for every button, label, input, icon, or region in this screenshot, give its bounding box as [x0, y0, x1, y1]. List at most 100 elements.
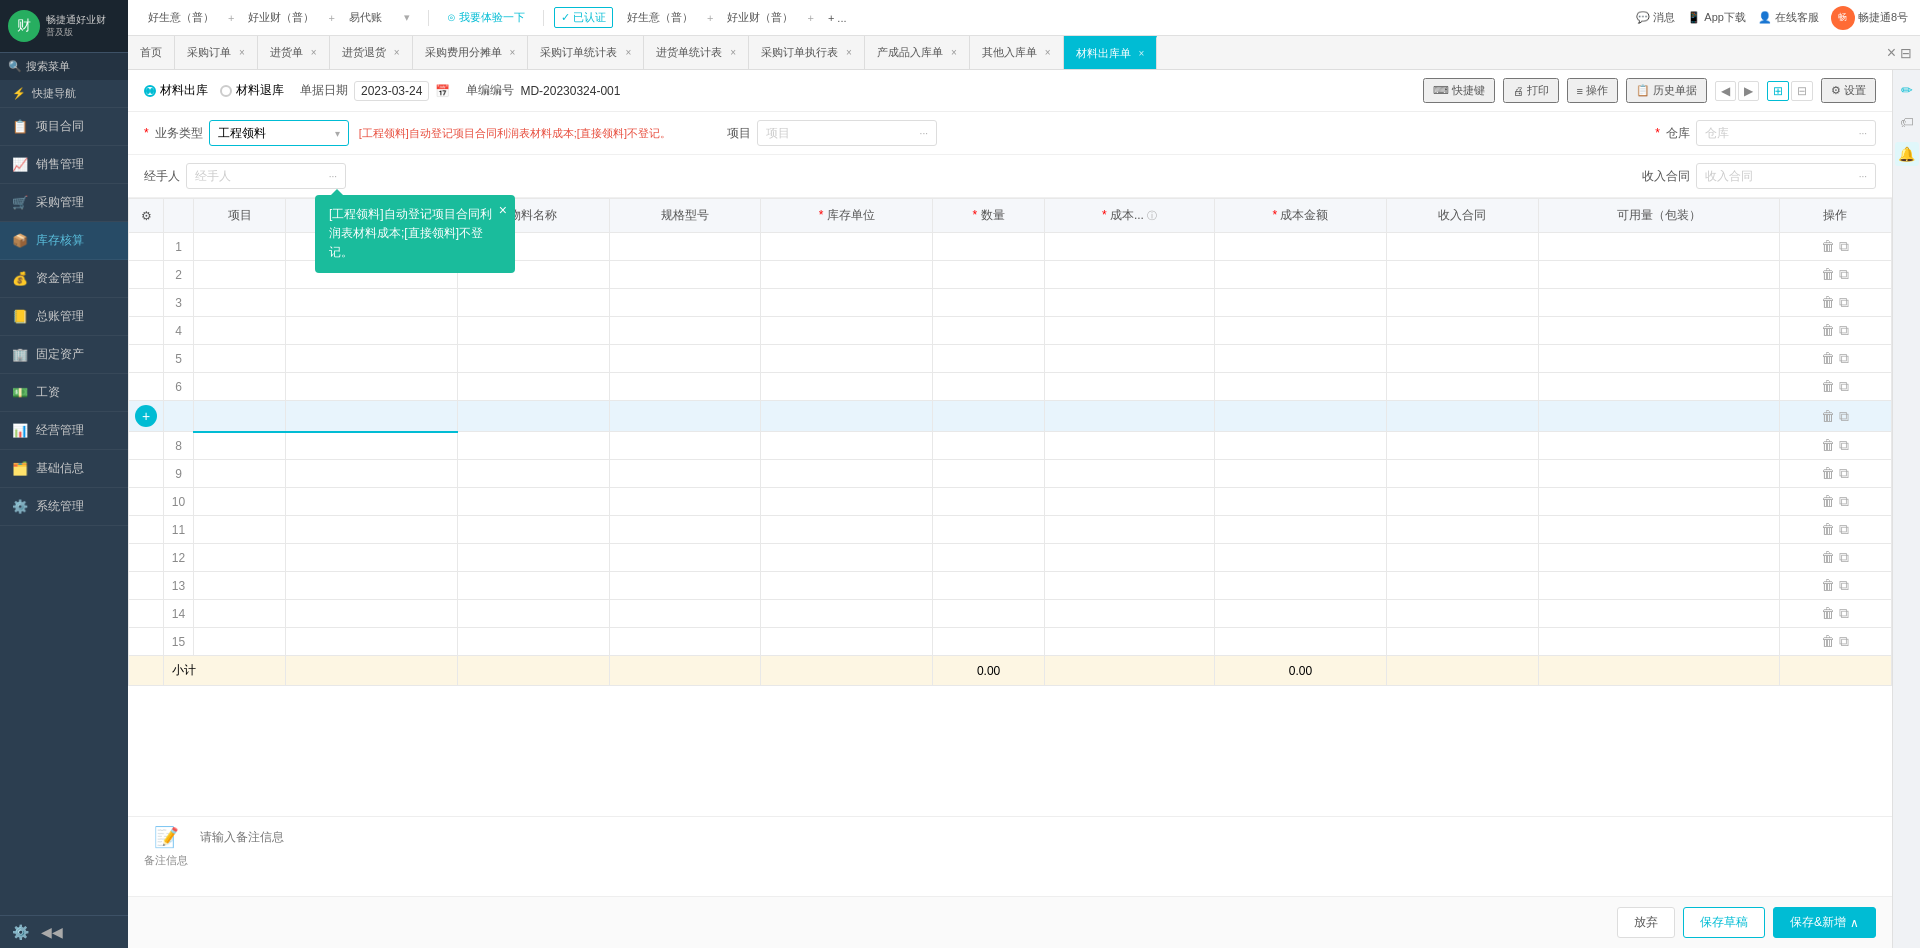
right-panel-alert-icon[interactable]: 🔔: [1895, 142, 1919, 166]
sidebar-item-business[interactable]: 📊 经营管理: [0, 412, 128, 450]
print-btn[interactable]: 🖨 打印: [1503, 78, 1559, 103]
form-view-btn[interactable]: ⊟: [1791, 81, 1813, 101]
tab-material-out[interactable]: 材料出库单 ×: [1064, 36, 1158, 70]
save-new-btn[interactable]: 保存&新增 ∧: [1773, 907, 1876, 938]
tab-purchase-return[interactable]: 进货退货 ×: [330, 36, 413, 70]
delete-row-btn[interactable]: 🗑: [1819, 292, 1837, 312]
copy-row-btn[interactable]: ⧉: [1837, 603, 1851, 623]
tab-close-purchase-stat[interactable]: ×: [625, 47, 631, 58]
tab-close-material-out[interactable]: ×: [1139, 48, 1145, 59]
shortcut-btn[interactable]: ⌨ 快捷键: [1423, 78, 1495, 103]
topbar-dropdown[interactable]: ▾: [396, 7, 418, 28]
copy-row-btn[interactable]: ⧉: [1837, 236, 1851, 256]
save-draft-btn[interactable]: 保存草稿: [1683, 907, 1765, 938]
topbar-more[interactable]: + ...: [820, 8, 855, 28]
copy-row-btn[interactable]: ⧉: [1837, 264, 1851, 284]
tab-close-purchase-order[interactable]: ×: [239, 47, 245, 58]
table-view-btn[interactable]: ⊞: [1767, 81, 1789, 101]
tab-close-other-in[interactable]: ×: [1045, 47, 1051, 58]
sidebar-item-finance[interactable]: 💰 资金管理: [0, 260, 128, 298]
income-contract-input[interactable]: 收入合同 ···: [1696, 163, 1876, 189]
delete-row-btn[interactable]: 🗑: [1819, 348, 1837, 368]
delete-row-btn[interactable]: 🗑: [1819, 320, 1837, 340]
sidebar-item-project[interactable]: 📋 项目合同: [0, 108, 128, 146]
copy-row-btn[interactable]: ⧉: [1837, 376, 1851, 396]
topbar-haoshengyi[interactable]: 好生意（普）: [140, 6, 222, 29]
sidebar-search[interactable]: 🔍 搜索菜单: [0, 53, 128, 80]
cost-info-icon[interactable]: ⓘ: [1147, 210, 1157, 221]
col-gear[interactable]: ⚙: [129, 199, 164, 233]
tab-menu[interactable]: ⊟: [1900, 45, 1912, 61]
sidebar-item-inventory[interactable]: 📦 库存核算: [0, 222, 128, 260]
tab-close-purchase-return[interactable]: ×: [394, 47, 400, 58]
delete-row-btn[interactable]: 🗑: [1819, 264, 1837, 284]
calendar-icon[interactable]: 📅: [435, 84, 450, 98]
tab-purchase-exec[interactable]: 采购订单执行表 ×: [749, 36, 865, 70]
sidebar-item-sales[interactable]: 📈 销售管理: [0, 146, 128, 184]
right-panel-tag-icon[interactable]: 🏷: [1895, 110, 1919, 134]
tab-purchase-stat[interactable]: 采购订单统计表 ×: [528, 36, 644, 70]
copy-row-btn[interactable]: ⧉: [1837, 348, 1851, 368]
sidebar-item-salary[interactable]: 💵 工资: [0, 374, 128, 412]
topbar-trial[interactable]: ⊙ 我要体验一下: [439, 6, 533, 29]
next-record-btn[interactable]: ▶: [1738, 81, 1759, 101]
agent-expand-icon[interactable]: ···: [329, 171, 337, 182]
tab-purchase-expense[interactable]: 采购费用分摊单 ×: [413, 36, 529, 70]
tab-close-purchase-expense[interactable]: ×: [510, 47, 516, 58]
radio-material-out[interactable]: 材料出库: [144, 82, 208, 99]
copy-row-btn[interactable]: ⧉: [1837, 547, 1851, 567]
copy-row-btn[interactable]: ⧉: [1837, 631, 1851, 651]
copy-row-btn[interactable]: ⧉: [1837, 519, 1851, 539]
delete-row-btn[interactable]: 🗑: [1819, 547, 1837, 567]
delete-row-btn[interactable]: 🗑: [1819, 631, 1837, 651]
topbar-hs2[interactable]: 好生意（普）: [619, 6, 701, 29]
copy-row-btn[interactable]: ⧉: [1837, 406, 1851, 426]
tab-close-all[interactable]: ×: [1887, 44, 1896, 62]
tab-purchase-in[interactable]: 进货单 ×: [258, 36, 330, 70]
sidebar-item-assets[interactable]: 🏢 固定资产: [0, 336, 128, 374]
tooltip-close-btn[interactable]: ×: [499, 199, 507, 221]
topbar-app-download[interactable]: 📱 App下载: [1687, 10, 1746, 25]
tab-purchase-order[interactable]: 采购订单 ×: [175, 36, 258, 70]
topbar-yidaizhang[interactable]: 易代账: [341, 6, 390, 29]
project-input[interactable]: 项目 ···: [757, 120, 937, 146]
delete-row-btn[interactable]: 🗑: [1819, 575, 1837, 595]
tab-close-finished-in[interactable]: ×: [951, 47, 957, 58]
tab-other-in[interactable]: 其他入库单 ×: [970, 36, 1064, 70]
settings-header-btn[interactable]: ⚙ 设置: [1821, 78, 1876, 103]
prev-record-btn[interactable]: ◀: [1715, 81, 1736, 101]
tab-finished-in[interactable]: 产成品入库单 ×: [865, 36, 970, 70]
agent-input[interactable]: 经手人 ···: [186, 163, 346, 189]
sidebar-item-purchase[interactable]: 🛒 采购管理: [0, 184, 128, 222]
collapse-icon[interactable]: ◀◀: [41, 924, 63, 940]
tab-close-purchase-in[interactable]: ×: [311, 47, 317, 58]
sidebar-item-basic[interactable]: 🗂️ 基础信息: [0, 450, 128, 488]
discard-btn[interactable]: 放弃: [1617, 907, 1675, 938]
tab-home[interactable]: 首页: [128, 36, 175, 70]
copy-row-btn[interactable]: ⧉: [1837, 320, 1851, 340]
sidebar-item-system[interactable]: ⚙️ 系统管理: [0, 488, 128, 526]
delete-row-btn[interactable]: 🗑: [1819, 435, 1837, 455]
warehouse-input[interactable]: 仓库 ···: [1696, 120, 1876, 146]
settings-bottom-icon[interactable]: ⚙️: [12, 924, 29, 940]
tab-close-in-stat[interactable]: ×: [730, 47, 736, 58]
project-expand-icon[interactable]: ···: [920, 128, 928, 139]
topbar-user[interactable]: 畅 畅捷通8号: [1831, 6, 1908, 30]
delete-row-btn[interactable]: 🗑: [1819, 406, 1837, 426]
add-row-btn[interactable]: +: [135, 405, 157, 427]
delete-row-btn[interactable]: 🗑: [1819, 376, 1837, 396]
topbar-message[interactable]: 💬 消息: [1636, 10, 1675, 25]
operation-btn[interactable]: ≡ 操作: [1567, 78, 1618, 103]
tab-close-purchase-exec[interactable]: ×: [846, 47, 852, 58]
delete-row-btn[interactable]: 🗑: [1819, 603, 1837, 623]
date-value[interactable]: 2023-03-24: [354, 81, 429, 101]
quick-nav[interactable]: ⚡ 快捷导航: [0, 80, 128, 108]
topbar-customer-service[interactable]: 👤 在线客服: [1758, 10, 1819, 25]
delete-row-btn[interactable]: 🗑: [1819, 236, 1837, 256]
income-expand-icon[interactable]: ···: [1859, 171, 1867, 182]
delete-row-btn[interactable]: 🗑: [1819, 491, 1837, 511]
delete-row-btn[interactable]: 🗑: [1819, 463, 1837, 483]
copy-row-btn[interactable]: ⧉: [1837, 491, 1851, 511]
copy-row-btn[interactable]: ⧉: [1837, 463, 1851, 483]
copy-row-btn[interactable]: ⧉: [1837, 435, 1851, 455]
